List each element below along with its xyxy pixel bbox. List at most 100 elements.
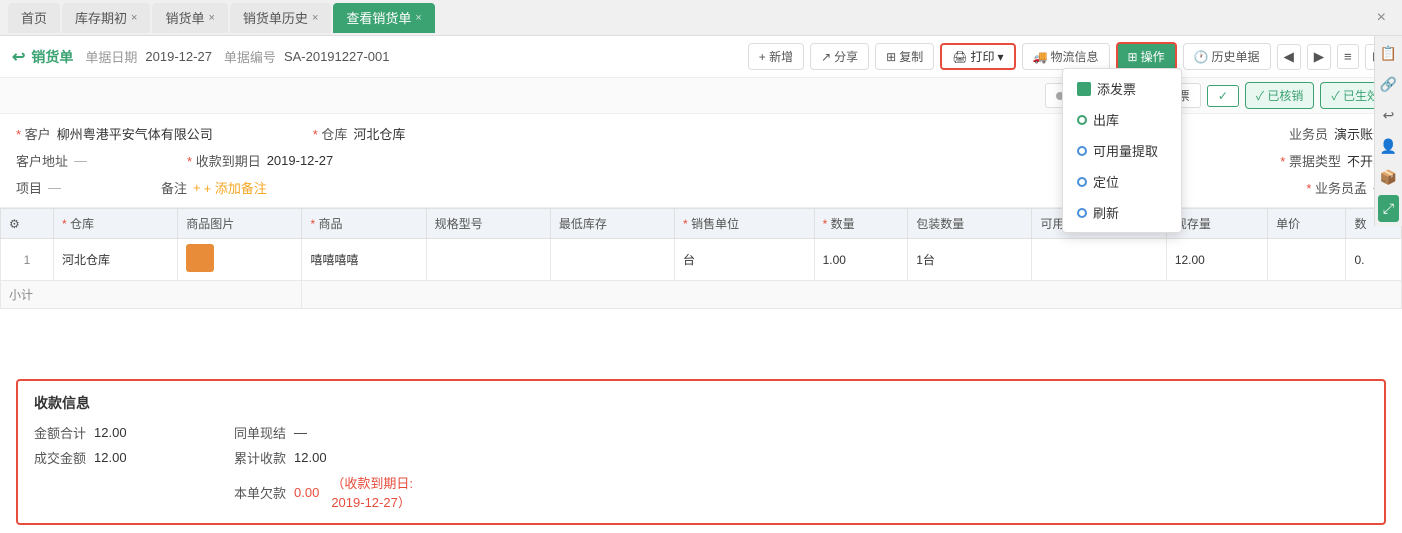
status-voided-label: 已核销 xyxy=(1267,89,1303,103)
project-field: 项目 — xyxy=(16,178,61,197)
outstanding-label: 本单欠款 xyxy=(234,483,286,502)
deal-amount-value: 12.00 xyxy=(94,450,127,465)
prev-nav-button[interactable]: ◀ xyxy=(1277,44,1301,70)
customer-value: 柳州粤港平安气体有限公司 xyxy=(57,124,213,143)
doc-actions: + 新增 ↗ 分享 ⊞ 复制 🖨 打印 ▾ 🚚 物流信息 xyxy=(748,42,1390,71)
row-avail-qty xyxy=(1032,239,1166,281)
sidebar-icon-back[interactable]: ↩ xyxy=(1378,102,1400,129)
tab-inventory-init-label: 库存期初 xyxy=(75,8,127,27)
salesperson-label: 业务员孟 xyxy=(1306,178,1367,197)
th-spec: 规格型号 xyxy=(426,209,550,239)
th-pack-qty: 包装数量 xyxy=(908,209,1032,239)
row-warehouse: 河北仓库 xyxy=(54,239,178,281)
table-row: 1 河北仓库 嘻嘻嘻嘻 台 1.00 1台 12.00 xyxy=(1,239,1402,281)
tab-home[interactable]: 首页 xyxy=(8,3,60,33)
row-unit-price xyxy=(1268,239,1346,281)
product-table-area: ⚙ 仓库 商品图片 商品 规格型号 最低库存 销售单位 数量 包装数量 可用量 … xyxy=(0,208,1402,371)
subtotal-label: 小计 xyxy=(1,281,302,309)
outstanding-row: 本单欠款 0.00 （收款到期日: 2019-12-27） xyxy=(234,473,434,511)
tab-home-label: 首页 xyxy=(21,8,47,27)
th-product-img: 商品图片 xyxy=(178,209,302,239)
employee-field: 业务员 演示账号 xyxy=(1289,124,1386,143)
add-note-button[interactable]: + + 添加备注 xyxy=(193,178,267,197)
address-label: 客户地址 xyxy=(16,151,68,170)
avail-extract-label: 可用量提取 xyxy=(1093,141,1158,160)
sidebar-icon-package[interactable]: 📦 xyxy=(1375,164,1402,191)
row-spec xyxy=(426,239,550,281)
tab-inventory-init-close[interactable]: × xyxy=(131,12,137,24)
doc-number-meta: 单据编号 SA-20191227-001 xyxy=(224,47,390,66)
th-warehouse: 仓库 xyxy=(54,209,178,239)
dropdown-item-locate[interactable]: 定位 xyxy=(1063,166,1181,197)
add-invoice-icon xyxy=(1077,82,1091,96)
address-value: — xyxy=(74,153,87,168)
history-button[interactable]: 🕐 历史单据 xyxy=(1183,43,1271,70)
note-label: 备注 xyxy=(161,178,187,197)
refresh-icon xyxy=(1077,208,1087,218)
outbound-label: 出库 xyxy=(1093,110,1119,129)
status-voided[interactable]: ✓ 已核销 xyxy=(1245,82,1315,109)
operate-label: 操作 xyxy=(1141,48,1165,65)
empty-row-2 xyxy=(434,448,634,467)
logistics-button[interactable]: 🚚 物流信息 xyxy=(1022,43,1110,70)
tab-view-sales-label: 查看销货单 xyxy=(346,8,411,27)
window-close-button[interactable]: × xyxy=(1369,5,1394,31)
same-order-settle-row: 同单现结 — xyxy=(234,423,434,442)
sidebar-icon-link[interactable]: 🔗 xyxy=(1375,71,1402,98)
new-button[interactable]: + 新增 xyxy=(748,43,804,70)
logistics-icon: 🚚 xyxy=(1033,50,1048,64)
row-amount: 0. xyxy=(1346,239,1402,281)
tab-view-sales[interactable]: 查看销货单 × xyxy=(333,3,434,33)
dropdown-item-add-invoice[interactable]: 添发票 xyxy=(1063,73,1181,104)
total-amount-row: 金额合计 12.00 xyxy=(34,423,234,442)
tab-view-sales-close[interactable]: × xyxy=(415,12,421,24)
sidebar-icon-expand[interactable]: ⤢ xyxy=(1378,195,1399,222)
operate-button[interactable]: ⊞ 操作 xyxy=(1116,42,1177,71)
warehouse-field: 仓库 河北仓库 xyxy=(313,124,406,143)
address-field: 客户地址 — xyxy=(16,151,87,170)
add-invoice-label: 添发票 xyxy=(1097,79,1136,98)
tab-inventory-init[interactable]: 库存期初 × xyxy=(62,3,150,33)
checkmark-button[interactable]: ✓ xyxy=(1207,85,1239,107)
copy-label: 复制 xyxy=(899,48,923,65)
sidebar-icon-doc[interactable]: 📋 xyxy=(1375,40,1402,67)
dropdown-item-refresh[interactable]: 刷新 xyxy=(1063,197,1181,228)
payment-date-label: 收款到期日 xyxy=(187,151,261,170)
status-effective-icon: ✓ xyxy=(1331,89,1339,103)
dropdown-item-outbound[interactable]: 出库 xyxy=(1063,104,1181,135)
print-button[interactable]: 🖨 打印 ▾ xyxy=(940,43,1015,70)
tab-sales-order-label: 销货单 xyxy=(165,8,204,27)
print-dropdown-icon: ▾ xyxy=(998,50,1004,64)
tab-sales-history-close[interactable]: × xyxy=(312,12,318,24)
dropdown-item-avail-extract[interactable]: 可用量提取 xyxy=(1063,135,1181,166)
tab-sales-order[interactable]: 销货单 × xyxy=(152,3,227,33)
total-amount-value: 12.00 xyxy=(94,425,127,440)
share-label: 分享 xyxy=(834,48,858,65)
operate-icon: ⊞ xyxy=(1128,50,1138,64)
doc-header: ↩ 销货单 单据日期 2019-12-27 单据编号 SA-20191227-0… xyxy=(0,36,1402,78)
deal-amount-label: 成交金额 xyxy=(34,448,86,467)
right-sidebar: 📋 🔗 ↩ 👤 📦 ⤢ xyxy=(1374,36,1402,226)
customer-label: 客户 xyxy=(16,124,51,143)
add-note-label: + 添加备注 xyxy=(204,178,267,197)
copy-button[interactable]: ⊞ 复制 xyxy=(875,43,934,70)
sidebar-icon-user[interactable]: 👤 xyxy=(1375,133,1402,160)
next-nav-button[interactable]: ▶ xyxy=(1307,44,1331,70)
doc-number-label: 单据编号 xyxy=(224,47,276,66)
row-min-stock xyxy=(550,239,674,281)
subtotal-value xyxy=(302,281,1402,309)
project-label: 项目 xyxy=(16,178,42,197)
tab-sales-history[interactable]: 销货单历史 × xyxy=(230,3,331,33)
locate-label: 定位 xyxy=(1093,172,1119,191)
outbound-icon xyxy=(1077,115,1087,125)
share-button[interactable]: ↗ 分享 xyxy=(810,43,869,70)
add-note-icon: + xyxy=(193,180,201,195)
doc-date-meta: 单据日期 2019-12-27 xyxy=(85,47,212,66)
doc-date-value: 2019-12-27 xyxy=(145,49,212,64)
total-amount-label: 金额合计 xyxy=(34,423,86,442)
project-value: — xyxy=(48,180,61,195)
tab-sales-order-close[interactable]: × xyxy=(208,12,214,24)
list-view-button[interactable]: ≡ xyxy=(1337,44,1359,69)
doc-date-label: 单据日期 xyxy=(85,47,137,66)
secondary-toolbar: 来自手机 未开票 ✓ ✓ 已核销 ✓ 已生效 xyxy=(0,78,1402,114)
